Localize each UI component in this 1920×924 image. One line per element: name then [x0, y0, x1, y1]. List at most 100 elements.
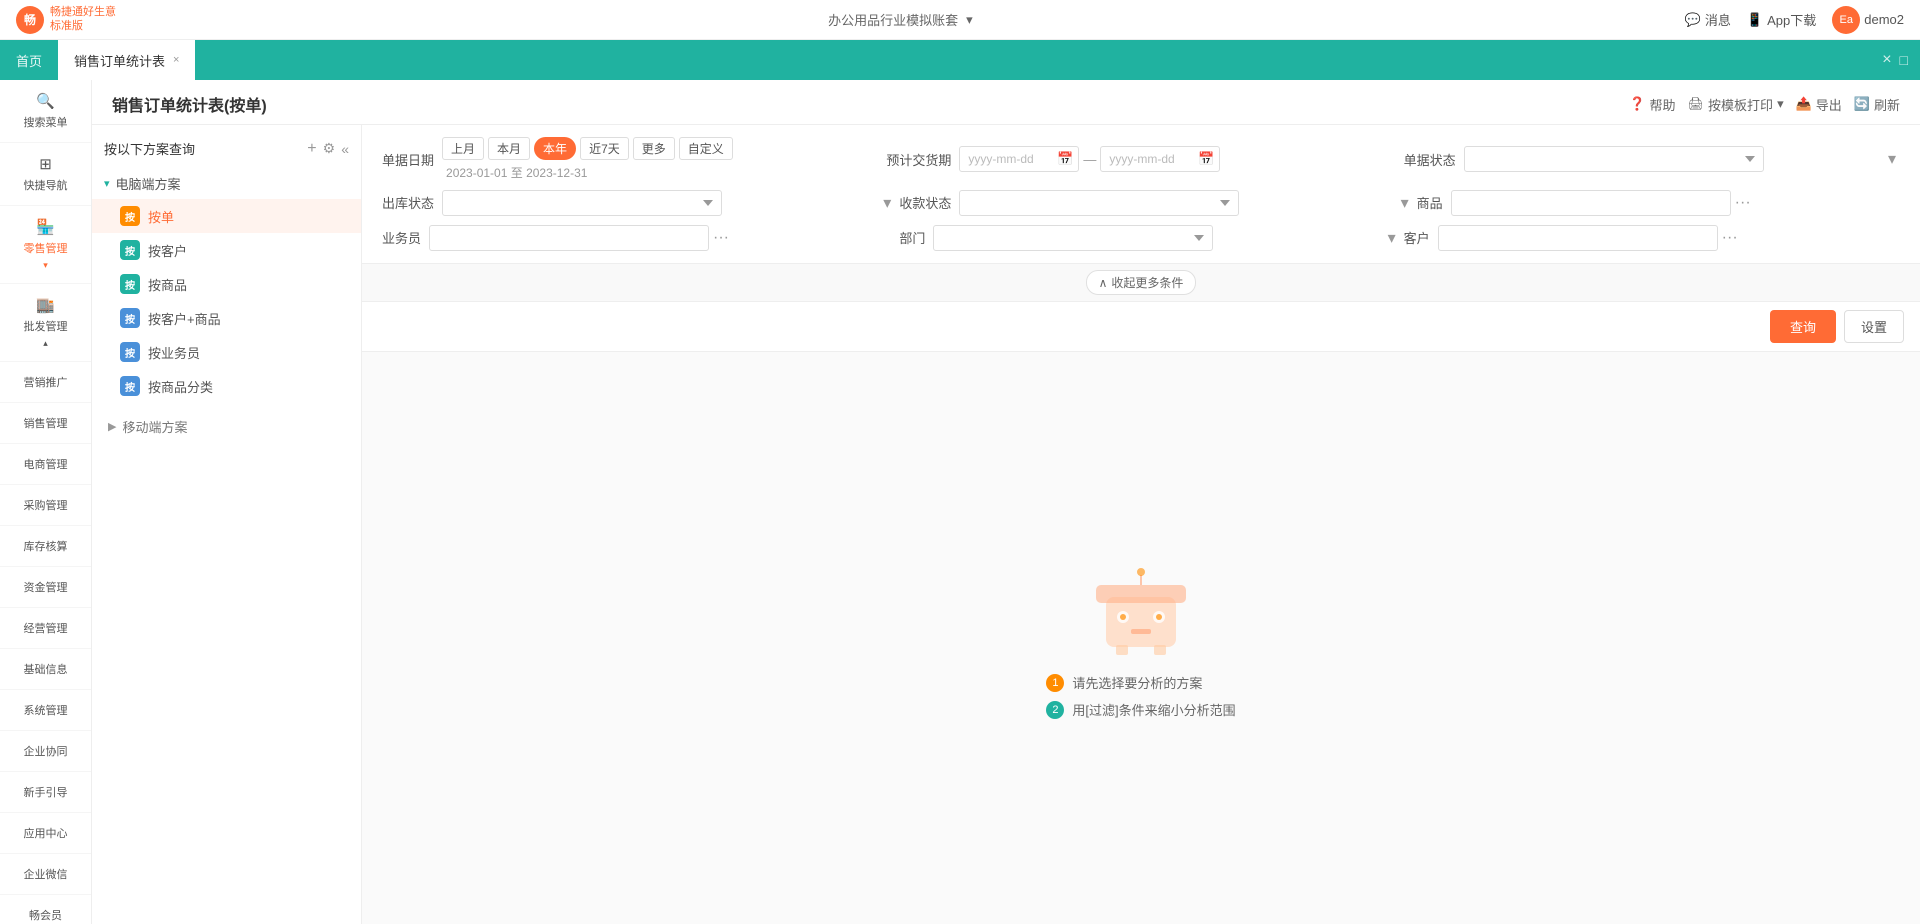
sidebar-item-enterprise[interactable]: 企业协同	[0, 731, 91, 772]
solution-item-by-category[interactable]: 按 按商品分类	[92, 369, 361, 403]
solution-item-by-customer[interactable]: 按 按客户	[92, 233, 361, 267]
solution-item-by-cust-prod[interactable]: 按 按客户+商品	[92, 301, 361, 335]
sidebar-item-marketing[interactable]: 营销推广	[0, 362, 91, 403]
sidebar-item-search[interactable]: 🔍 搜索菜单	[0, 80, 91, 143]
logo-text: 畅捷通好生意 标准版	[50, 6, 116, 32]
export-button[interactable]: 📤 导出	[1796, 95, 1842, 114]
date-to-input[interactable]	[1100, 146, 1220, 172]
date-btn-more[interactable]: 更多	[633, 137, 675, 160]
sidebar-item-wholesale[interactable]: 🏬 批发管理 ▴	[0, 284, 91, 362]
date-btn-custom[interactable]: 自定义	[679, 137, 733, 160]
collapse-solution-icon[interactable]: «	[341, 141, 349, 157]
goods-wrapper: ···	[1451, 190, 1900, 216]
sidebar-item-basics[interactable]: 基础信息	[0, 649, 91, 690]
help-button[interactable]: ❓ 帮助	[1629, 95, 1675, 114]
right-panel: 单据日期 上月 本月 本年 近7天 更多 自定义 2023-01-01 至 20…	[362, 125, 1920, 924]
print-button[interactable]: 🖨 按模板打印 ▾	[1688, 95, 1784, 114]
solution-tag: 按	[120, 206, 140, 226]
date-btn-this-month[interactable]: 本月	[488, 137, 530, 160]
sidebar-item-operations[interactable]: 经营管理	[0, 608, 91, 649]
salesperson-more-icon[interactable]: ···	[713, 229, 729, 247]
empty-hint-1: 1 请先选择要分析的方案	[1046, 673, 1235, 692]
date-from-input[interactable]	[959, 146, 1079, 172]
delivery-status-label: 出库状态	[382, 189, 442, 216]
solution-item-by-salesperson[interactable]: 按 按业务员	[92, 335, 361, 369]
date-btn-7days[interactable]: 近7天	[580, 137, 629, 160]
content-area: 销售订单统计表(按单) ❓ 帮助 🖨 按模板打印 ▾ 📤 导出 🔄 刷新	[92, 80, 1920, 924]
date-from-wrapper: 📅	[959, 146, 1079, 172]
collapse-button[interactable]: ∧ 收起更多条件	[1086, 270, 1197, 295]
sidebar-item-quicknav[interactable]: ⊞ 快捷导航	[0, 143, 91, 206]
salesperson-label: 业务员	[382, 224, 429, 251]
chevron-down-icon: ▾	[966, 12, 973, 28]
message-icon: 💬	[1685, 12, 1701, 28]
customer-label: 客户	[1396, 224, 1438, 251]
receipt-chevron-icon[interactable]: ▾	[1401, 193, 1409, 213]
solution-panel-title: 按以下方案查询	[104, 139, 195, 158]
page-title: 销售订单统计表(按单)	[112, 92, 267, 116]
chevron-right-mobile-icon: ▶	[108, 420, 116, 433]
empty-svg	[1081, 557, 1201, 657]
empty-hints: 1 请先选择要分析的方案 2 用[过滤]条件来缩小分析范围	[1046, 673, 1235, 719]
delivery-status-select[interactable]	[442, 190, 722, 216]
tab-home[interactable]: 首页	[0, 40, 58, 80]
dept-chevron-icon[interactable]: ▾	[1388, 228, 1396, 248]
goods-input[interactable]	[1451, 190, 1731, 216]
solution-group-mobile-header[interactable]: ▶ 移动端方案	[92, 411, 361, 442]
sidebar-item-sales[interactable]: 销售管理	[0, 403, 91, 444]
settings-button[interactable]: 设置	[1844, 310, 1904, 343]
date-btn-this-year[interactable]: 本年	[534, 137, 576, 160]
sidebar-item-purchase[interactable]: 采购管理	[0, 485, 91, 526]
close-tab-icon[interactable]: ×	[173, 54, 179, 66]
solution-tag-category: 按	[120, 376, 140, 396]
sidebar-item-newbie[interactable]: 新手引导	[0, 772, 91, 813]
sidebar-item-retail[interactable]: 🏪 零售管理 ▾	[0, 206, 91, 284]
workspace-selector[interactable]: 办公用品行业模拟账套 ▾	[828, 10, 973, 29]
solution-panel-header: 按以下方案查询 + ⚙ «	[92, 133, 361, 164]
window-close-icon[interactable]: ×	[1882, 51, 1891, 69]
sidebar-item-system[interactable]: 系统管理	[0, 690, 91, 731]
sidebar-item-ecommerce[interactable]: 电商管理	[0, 444, 91, 485]
customer-input[interactable]	[1438, 225, 1718, 251]
sidebar-item-wechat[interactable]: 企业微信	[0, 854, 91, 895]
date-to-wrapper: 📅	[1100, 146, 1220, 172]
top-bar-right: 💬 消息 📱 App下载 Ea demo2	[1685, 6, 1904, 34]
customer-more-icon[interactable]: ···	[1722, 229, 1738, 247]
help-icon: ❓	[1629, 96, 1645, 112]
dept-select[interactable]	[933, 225, 1213, 251]
solution-item-by-product[interactable]: 按 按商品	[92, 267, 361, 301]
page-header: 销售订单统计表(按单) ❓ 帮助 🖨 按模板打印 ▾ 📤 导出 🔄 刷新	[92, 80, 1920, 125]
message-button[interactable]: 💬 消息	[1685, 10, 1731, 29]
doc-status-select[interactable]	[1464, 146, 1764, 172]
solution-item-by-order[interactable]: 按 按单	[92, 199, 361, 233]
sidebar-item-inventory[interactable]: 库存核算	[0, 526, 91, 567]
goods-more-icon[interactable]: ···	[1735, 194, 1751, 212]
query-button[interactable]: 查询	[1770, 310, 1836, 343]
action-bar: 查询 设置	[362, 302, 1920, 352]
settings-solution-icon[interactable]: ⚙	[323, 140, 336, 157]
window-max-icon[interactable]: □	[1900, 52, 1908, 68]
solution-group-pc-header[interactable]: ▾ 电脑端方案	[92, 168, 361, 199]
doc-status-expand-icon[interactable]: ▾	[1884, 149, 1900, 169]
user-menu[interactable]: Ea demo2	[1832, 6, 1904, 34]
app-download-button[interactable]: 📱 App下载	[1747, 10, 1816, 29]
refresh-button[interactable]: 🔄 刷新	[1854, 95, 1900, 114]
add-solution-icon[interactable]: +	[307, 140, 316, 158]
retail-icon: 🏪	[36, 218, 55, 236]
sidebar-item-apps[interactable]: 应用中心	[0, 813, 91, 854]
receipt-status-wrapper: ▾	[959, 190, 1408, 216]
salesperson-input[interactable]	[429, 225, 709, 251]
customer-wrapper: ···	[1438, 225, 1900, 251]
solution-tag-customer: 按	[120, 240, 140, 260]
date-btn-last-month[interactable]: 上月	[442, 137, 484, 160]
tab-sales-order-stats[interactable]: 销售订单统计表 ×	[58, 40, 195, 80]
pc-group-label: 电脑端方案	[116, 174, 181, 193]
solution-group-pc: ▾ 电脑端方案 按 按单 按 按客户 按 按商品	[92, 164, 361, 407]
sidebar-item-finance[interactable]: 资金管理	[0, 567, 91, 608]
date-label: 单据日期	[382, 146, 442, 173]
delivery-chevron-icon[interactable]: ▾	[883, 193, 891, 213]
receipt-status-select[interactable]	[959, 190, 1239, 216]
top-bar: 畅 畅捷通好生意 标准版 办公用品行业模拟账套 ▾ 💬 消息 📱 App下载 E…	[0, 0, 1920, 40]
sidebar-item-member[interactable]: 畅会员	[0, 895, 91, 924]
receipt-status-label: 收款状态	[891, 189, 959, 216]
